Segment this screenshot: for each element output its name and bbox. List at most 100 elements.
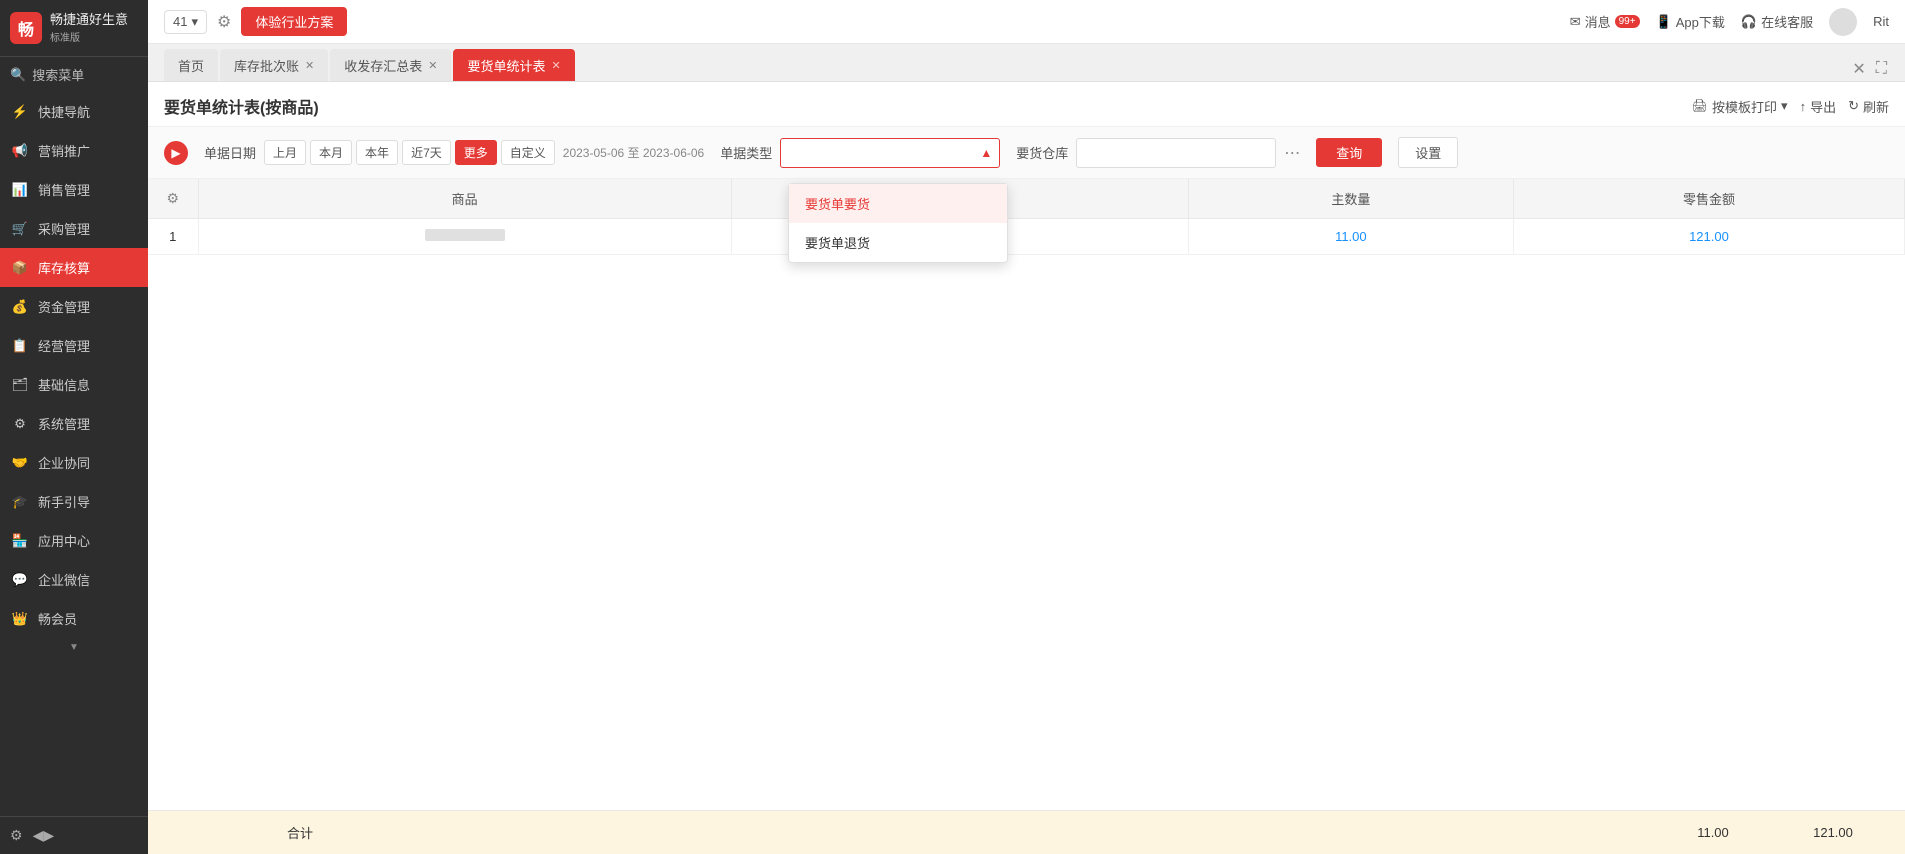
tab-close-batch-account[interactable]: ✕ xyxy=(305,59,314,72)
header-left: 41 ▾ ⚙ 体验行业方案 xyxy=(164,7,347,36)
sidebar-item-guide[interactable]: 🎓新手引导 xyxy=(0,482,148,521)
table-body: 1 块 11.00 121.00 xyxy=(148,219,1905,255)
sidebar-icon-marketing: 📢 xyxy=(10,143,30,159)
sidebar-label-system: 系统管理 xyxy=(38,414,90,433)
date-buttons: 上月 本月 本年 近7天 更多 自定义 xyxy=(264,140,555,165)
cell-quantity: 11.00 xyxy=(1188,219,1513,255)
dropdown-option-order-goods[interactable]: 要货单要货 xyxy=(789,184,1007,223)
this-month-btn[interactable]: 本月 xyxy=(310,140,352,165)
logo-icon: 畅 xyxy=(10,12,42,44)
sidebar-icon-purchase: 🛒 xyxy=(10,221,30,237)
tab-label-collection-summary: 收发存汇总表 xyxy=(344,56,422,75)
headset-icon: 🎧 xyxy=(1741,14,1757,30)
filter-options-icon[interactable]: ⋯ xyxy=(1284,143,1300,163)
chevron-down-icon: ▾ xyxy=(191,14,198,30)
sidebar-item-appstore[interactable]: 🏪应用中心 xyxy=(0,521,148,560)
sidebar-bottom: ⚙ ◀▶ xyxy=(0,816,148,854)
last-month-btn[interactable]: 上月 xyxy=(264,140,306,165)
refresh-button[interactable]: ↻ 刷新 xyxy=(1848,97,1889,116)
sidebar-icon-quick-nav: ⚡ xyxy=(10,104,30,120)
messages-badge: 99+ xyxy=(1615,15,1640,28)
sidebar-label-member: 畅会员 xyxy=(38,609,77,628)
sidebar-item-system[interactable]: ⚙ 系统管理 xyxy=(0,404,148,443)
sidebar-item-inventory[interactable]: 📦库存核算 xyxy=(0,248,148,287)
sidebar-item-marketing[interactable]: 📢营销推广 xyxy=(0,131,148,170)
page-title: 要货单统计表(按商品) xyxy=(164,94,319,118)
sidebar-collapse-icon[interactable]: ◀▶ xyxy=(33,827,55,844)
sidebar-label-base: 基础信息 xyxy=(38,375,90,394)
sidebar-item-quick-nav[interactable]: ⚡快捷导航 xyxy=(0,92,148,131)
type-filter-group: 单据类型 ▲ xyxy=(720,138,1000,168)
tab-collection-summary[interactable]: 收发存汇总表 ✕ xyxy=(330,49,451,81)
cell-index: 1 xyxy=(148,219,198,255)
table-header: ⚙ 商品 主计量单位 主数量 零售金额 xyxy=(148,179,1905,219)
tab-batch-account[interactable]: 库存批次账✕ xyxy=(220,49,328,81)
table-row: 1 块 11.00 121.00 xyxy=(148,219,1905,255)
export-button[interactable]: ↑ 导出 xyxy=(1800,97,1837,116)
service-action[interactable]: 🎧 在线客服 xyxy=(1741,12,1813,31)
sidebar-item-member[interactable]: 👑畅会员 xyxy=(0,599,148,638)
sidebar-item-base[interactable]: 🗂基础信息 xyxy=(0,365,148,404)
column-settings-icon[interactable]: ⚙ xyxy=(166,190,179,206)
sidebar-label-enterprise: 企业协同 xyxy=(38,453,90,472)
date-filter-group: 单据日期 上月 本月 本年 近7天 更多 自定义 2023-05-06 至 20… xyxy=(204,140,704,165)
filter-section: ▶ 单据日期 上月 本月 本年 近7天 更多 自定义 2023-05-06 至 … xyxy=(148,127,1905,179)
tab-order-stats[interactable]: 要货单统计表 ✕ xyxy=(453,49,574,81)
message-icon: ✉ xyxy=(1570,14,1581,30)
tab-close-collection-summary[interactable]: ✕ xyxy=(428,59,437,72)
sidebar-label-finance: 资金管理 xyxy=(38,297,90,316)
more-dates-btn[interactable]: 更多 xyxy=(455,140,497,165)
sidebar-item-enterprise[interactable]: 🤝企业协同 xyxy=(0,443,148,482)
print-chevron-icon: ▾ xyxy=(1781,98,1788,114)
sidebar-label-purchase: 采购管理 xyxy=(38,219,90,238)
sidebar-item-finance[interactable]: 💰资金管理 xyxy=(0,287,148,326)
tab-home[interactable]: 首页 xyxy=(164,49,218,81)
data-table: ⚙ 商品 主计量单位 主数量 零售金额 1 块 11.00 121.00 xyxy=(148,179,1905,255)
breadcrumb-select[interactable]: 41 ▾ xyxy=(164,10,207,34)
table-header-row: ⚙ 商品 主计量单位 主数量 零售金额 xyxy=(148,179,1905,219)
header-settings-icon[interactable]: ⚙ xyxy=(217,12,231,32)
tab-close-all[interactable]: ✕ xyxy=(1850,57,1867,81)
main-area: 41 ▾ ⚙ 体验行业方案 ✉ 消息 99+ 📱 App下载 🎧 在线客服 Ri… xyxy=(148,0,1905,854)
messages-action[interactable]: ✉ 消息 99+ xyxy=(1570,12,1640,31)
type-input[interactable] xyxy=(780,138,1000,168)
cell-product xyxy=(198,219,731,255)
sidebar-item-operation[interactable]: 📋经营管理 xyxy=(0,326,148,365)
dropdown-items: 要货单要货要货单退货 xyxy=(789,184,1007,262)
sidebar-icon-system: ⚙ xyxy=(10,416,30,432)
sidebar-item-wechat[interactable]: 💬企业微信 xyxy=(0,560,148,599)
custom-date-btn[interactable]: 自定义 xyxy=(501,140,555,165)
page-header: 要货单统计表(按商品) 🖨 按模板打印 ▾ ↑ 导出 ↻ 刷新 xyxy=(148,82,1905,127)
col-settings: ⚙ xyxy=(148,179,198,219)
trial-button[interactable]: 体验行业方案 xyxy=(241,7,347,36)
sidebar-item-purchase[interactable]: 🛒 采购管理 xyxy=(0,209,148,248)
last-7days-btn[interactable]: 近7天 xyxy=(402,140,451,165)
this-year-btn[interactable]: 本年 xyxy=(356,140,398,165)
sidebar-icon-guide: 🎓 xyxy=(10,494,30,510)
warehouse-input[interactable] xyxy=(1076,138,1276,168)
tab-close-order-stats[interactable]: ✕ xyxy=(552,59,561,72)
header-right: ✉ 消息 99+ 📱 App下载 🎧 在线客服 Rit xyxy=(1570,8,1889,36)
dropdown-option-order-return[interactable]: 要货单退货 xyxy=(789,223,1007,262)
breadcrumb-num: 41 xyxy=(173,14,187,29)
app-download-action[interactable]: 📱 App下载 xyxy=(1656,12,1725,31)
sidebar-item-sales[interactable]: 📊销售管理 xyxy=(0,170,148,209)
user-avatar[interactable] xyxy=(1829,8,1857,36)
sidebar-scroll-down[interactable]: ▼ xyxy=(69,642,79,653)
type-input-wrapper: ▲ xyxy=(780,138,1000,168)
print-button[interactable]: 🖨 按模板打印 ▾ xyxy=(1692,97,1788,116)
footer-total-label: 合计 xyxy=(210,823,390,842)
username-label: Rit xyxy=(1873,14,1889,29)
settings-icon[interactable]: ⚙ xyxy=(10,827,23,844)
table-container: ⚙ 商品 主计量单位 主数量 零售金额 1 块 11.00 121.00 xyxy=(148,179,1905,810)
date-label: 单据日期 xyxy=(204,143,256,162)
query-button[interactable]: 查询 xyxy=(1316,138,1382,167)
set-button[interactable]: 设置 xyxy=(1398,137,1458,168)
sidebar-search[interactable]: 🔍 搜索菜单 xyxy=(0,57,148,92)
tab-label-order-stats: 要货单统计表 xyxy=(467,56,545,75)
tab-expand[interactable]: ⛶ xyxy=(1874,58,1889,80)
type-dropdown: 要货单要货要货单退货 xyxy=(788,183,1008,263)
filter-expand-button[interactable]: ▶ xyxy=(164,141,188,165)
sidebar-label-appstore: 应用中心 xyxy=(38,531,90,550)
type-label: 单据类型 xyxy=(720,143,772,162)
